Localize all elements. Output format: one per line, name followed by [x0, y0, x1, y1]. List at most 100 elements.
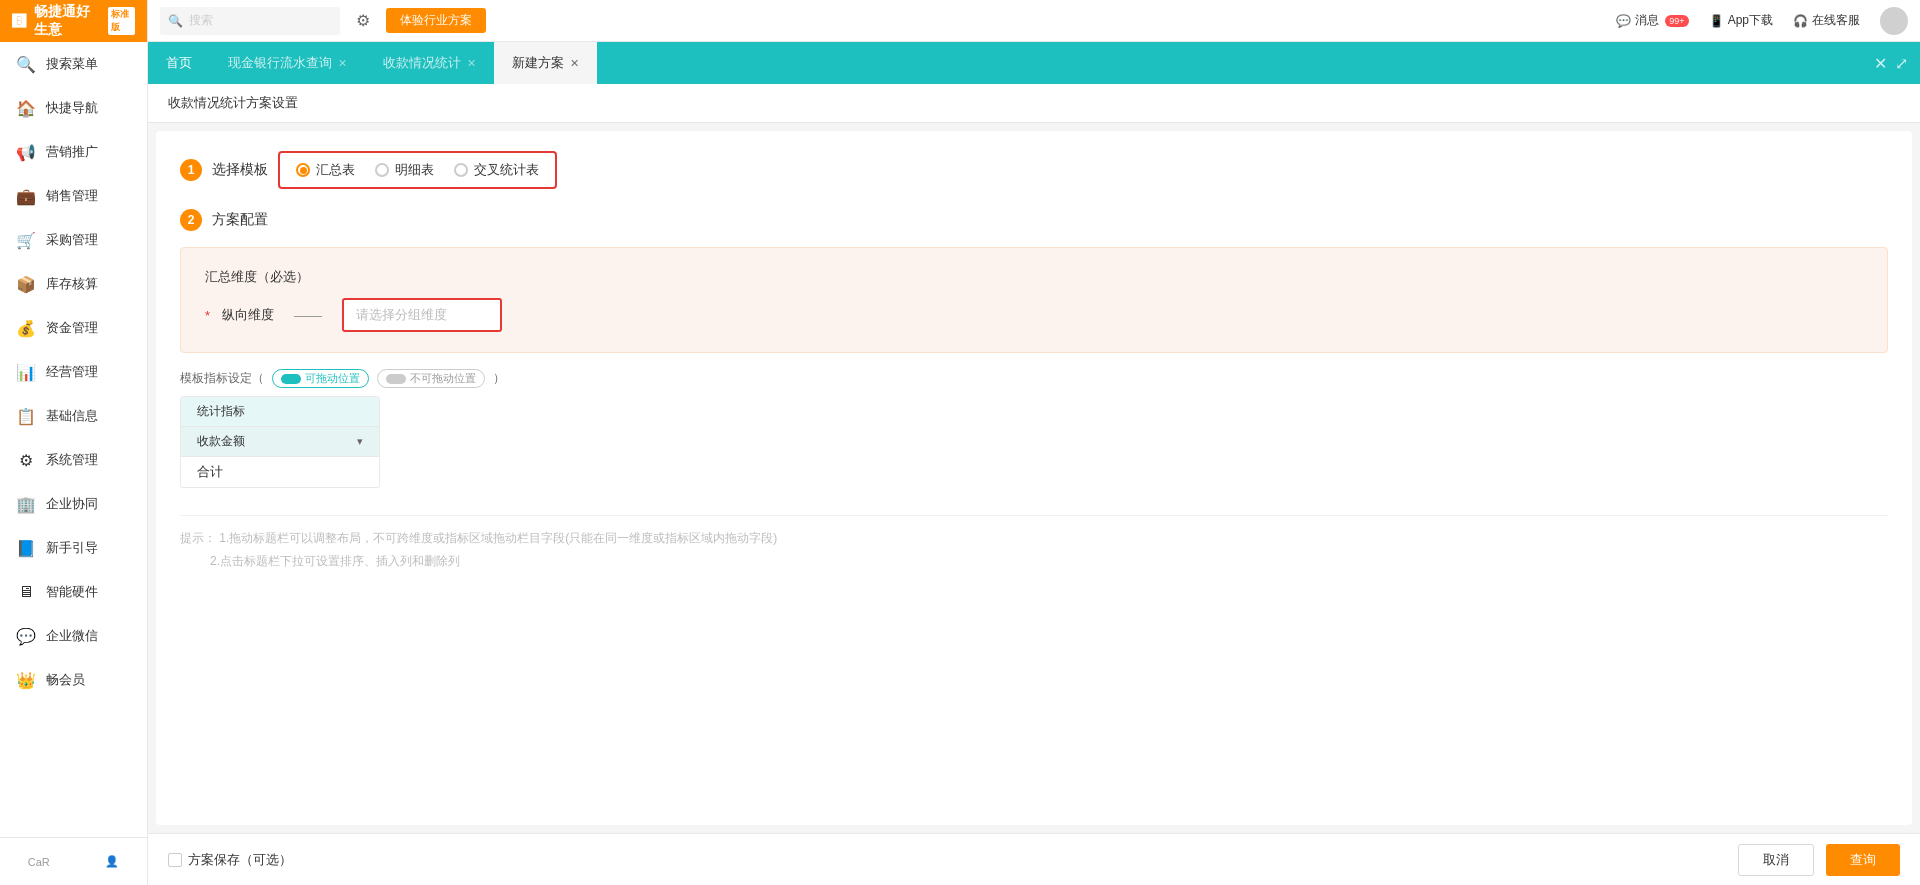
- tips-section: 提示： 1.拖动标题栏可以调整布局，不可跨维度或指标区域拖动栏目字段(只能在同一…: [180, 515, 1888, 570]
- metrics-setting-label: 模板指标设定（ 可拖动位置 不可拖动位置 ）: [180, 369, 1888, 388]
- save-checkbox[interactable]: [168, 853, 182, 867]
- sidebar-item-wechat[interactable]: 💬 企业微信: [0, 614, 147, 658]
- radio-detail[interactable]: 明细表: [375, 161, 434, 179]
- sidebar-item-hardware[interactable]: 🖥 智能硬件: [0, 570, 147, 614]
- tab-cashflow-close[interactable]: ✕: [338, 57, 347, 70]
- sidebar-logo: 🅱 畅捷通好生意 标准版: [0, 0, 147, 42]
- radio-summary-circle: [296, 163, 310, 177]
- sidebar-item-purchase[interactable]: 🛒 采购管理: [0, 218, 147, 262]
- save-check[interactable]: 方案保存（可选）: [168, 851, 292, 869]
- search-placeholder: 搜索: [189, 12, 213, 29]
- basics-icon: 📋: [16, 407, 36, 426]
- notification-icon: 💬: [1616, 14, 1631, 28]
- sidebar-item-sales[interactable]: 💼 销售管理: [0, 174, 147, 218]
- tab-newplan-close[interactable]: ✕: [570, 57, 579, 70]
- config-section: 汇总维度（必选） * 纵向维度 —— 请选择分组维度 模板指标设定（: [180, 247, 1888, 570]
- dimension-arrow: ——: [294, 307, 322, 323]
- sidebar-item-finance[interactable]: 💰 资金管理: [0, 306, 147, 350]
- avatar[interactable]: [1880, 7, 1908, 35]
- guide-icon: 📘: [16, 539, 36, 558]
- support-item[interactable]: 🎧 在线客服: [1793, 12, 1860, 29]
- tips-line-1: 提示： 1.拖动标题栏可以调整布局，不可跨维度或指标区域拖动栏目字段(只能在同一…: [180, 530, 1888, 547]
- tab-close-all-icon[interactable]: ✕: [1874, 54, 1887, 73]
- tab-receipts-close[interactable]: ✕: [467, 57, 476, 70]
- drag-movable-badge: 可拖动位置: [272, 369, 369, 388]
- dimension-required-label: 汇总维度（必选）: [205, 268, 1863, 286]
- step1-num: 1: [180, 159, 202, 181]
- bottom-bar: 方案保存（可选） 取消 查询: [148, 833, 1920, 885]
- marketing-icon: 📢: [16, 143, 36, 162]
- step1-section: 1 选择模板 汇总表 明细表: [180, 151, 1888, 189]
- radio-cross[interactable]: 交叉统计表: [454, 161, 539, 179]
- sidebar-item-nav[interactable]: 🏠 快捷导航: [0, 86, 147, 130]
- sidebar-item-label: 营销推广: [46, 143, 98, 161]
- form-area: 1 选择模板 汇总表 明细表: [156, 131, 1912, 825]
- dimension-required-star: *: [205, 308, 210, 323]
- tab-cashflow[interactable]: 现金银行流水查询 ✕: [210, 42, 365, 84]
- trial-button[interactable]: 体验行业方案: [386, 8, 486, 33]
- finance-icon: 💰: [16, 319, 36, 338]
- sidebar: 🅱 畅捷通好生意 标准版 🔍 搜索菜单 🏠 快捷导航 📢 营销推广 💼 销售管理…: [0, 0, 148, 885]
- notification-item[interactable]: 💬 消息 99+: [1616, 12, 1688, 29]
- sidebar-item-operations[interactable]: 📊 经营管理: [0, 350, 147, 394]
- sidebar-item-label: 企业微信: [46, 627, 98, 645]
- metrics-row1-label: 合计: [197, 464, 223, 479]
- system-icon: ⚙: [16, 451, 36, 470]
- enterprise-icon: 🏢: [16, 495, 36, 514]
- radio-summary-label: 汇总表: [316, 161, 355, 179]
- query-button[interactable]: 查询: [1826, 844, 1900, 876]
- notification-badge: 99+: [1665, 15, 1688, 27]
- sidebar-bottom-right[interactable]: 👤: [105, 855, 119, 868]
- metrics-col1-label: 收款金额: [197, 433, 245, 450]
- step1-title: 选择模板: [212, 161, 268, 179]
- radio-summary[interactable]: 汇总表: [296, 161, 355, 179]
- vertical-dim-label: 纵向维度: [222, 306, 274, 324]
- step1-header: 1 选择模板 汇总表 明细表: [180, 151, 1888, 189]
- sidebar-item-label: 库存核算: [46, 275, 98, 293]
- step2-title: 方案配置: [212, 211, 268, 229]
- operations-icon: 📊: [16, 363, 36, 382]
- support-label: 在线客服: [1812, 12, 1860, 29]
- cancel-button[interactable]: 取消: [1738, 844, 1814, 876]
- metrics-row1: 合计: [181, 457, 379, 487]
- sidebar-item-enterprise[interactable]: 🏢 企业协同: [0, 482, 147, 526]
- sidebar-item-label: 采购管理: [46, 231, 98, 249]
- dimension-input[interactable]: 请选择分组维度: [342, 298, 502, 332]
- drag-immovable-label: 不可拖动位置: [410, 371, 476, 386]
- sidebar-item-basics[interactable]: 📋 基础信息: [0, 394, 147, 438]
- tab-expand-icon[interactable]: ⤢: [1895, 54, 1908, 73]
- sidebar-item-guide[interactable]: 📘 新手引导: [0, 526, 147, 570]
- tabs-actions: ✕ ⤢: [1874, 54, 1920, 73]
- sidebar-item-search[interactable]: 🔍 搜索菜单: [0, 42, 147, 86]
- template-radio-group: 汇总表 明细表 交叉统计表: [296, 161, 539, 179]
- sidebar-item-inventory[interactable]: 📦 库存核算: [0, 262, 147, 306]
- metrics-col1-header[interactable]: 收款金额 ▾: [181, 427, 379, 457]
- step2-header: 2 方案配置: [180, 209, 1888, 231]
- tab-newplan[interactable]: 新建方案 ✕: [494, 42, 597, 84]
- download-item[interactable]: 📱 App下载: [1709, 12, 1773, 29]
- sidebar-item-system[interactable]: ⚙ 系统管理: [0, 438, 147, 482]
- breadcrumb: 收款情况统计方案设置: [168, 95, 298, 110]
- drag-immovable-badge: 不可拖动位置: [377, 369, 485, 388]
- radio-detail-circle: [375, 163, 389, 177]
- sidebar-item-label: 新手引导: [46, 539, 98, 557]
- search-box[interactable]: 🔍 搜索: [160, 7, 340, 35]
- tips-header: 提示：: [180, 531, 216, 545]
- tab-home-label: 首页: [166, 54, 192, 72]
- search-icon: 🔍: [168, 14, 183, 28]
- gear-icon[interactable]: ⚙: [356, 11, 370, 30]
- hardware-icon: 🖥: [16, 583, 36, 601]
- tab-receipts-label: 收款情况统计: [383, 54, 461, 72]
- sidebar-item-label: 经营管理: [46, 363, 98, 381]
- sidebar-item-label: 搜索菜单: [46, 55, 98, 73]
- tab-receipts[interactable]: 收款情况统计 ✕: [365, 42, 494, 84]
- tab-home[interactable]: 首页: [148, 42, 210, 84]
- inventory-icon: 📦: [16, 275, 36, 294]
- sidebar-item-label: 企业协同: [46, 495, 98, 513]
- tips-line-2: 2.点击标题栏下拉可设置排序、插入列和删除列: [180, 553, 1888, 570]
- sidebar-item-label: 基础信息: [46, 407, 98, 425]
- sidebar-item-member[interactable]: 👑 畅会员: [0, 658, 147, 702]
- sidebar-item-label: 系统管理: [46, 451, 98, 469]
- sidebar-item-marketing[interactable]: 📢 营销推广: [0, 130, 147, 174]
- sidebar-bottom-left[interactable]: CaR: [28, 856, 50, 868]
